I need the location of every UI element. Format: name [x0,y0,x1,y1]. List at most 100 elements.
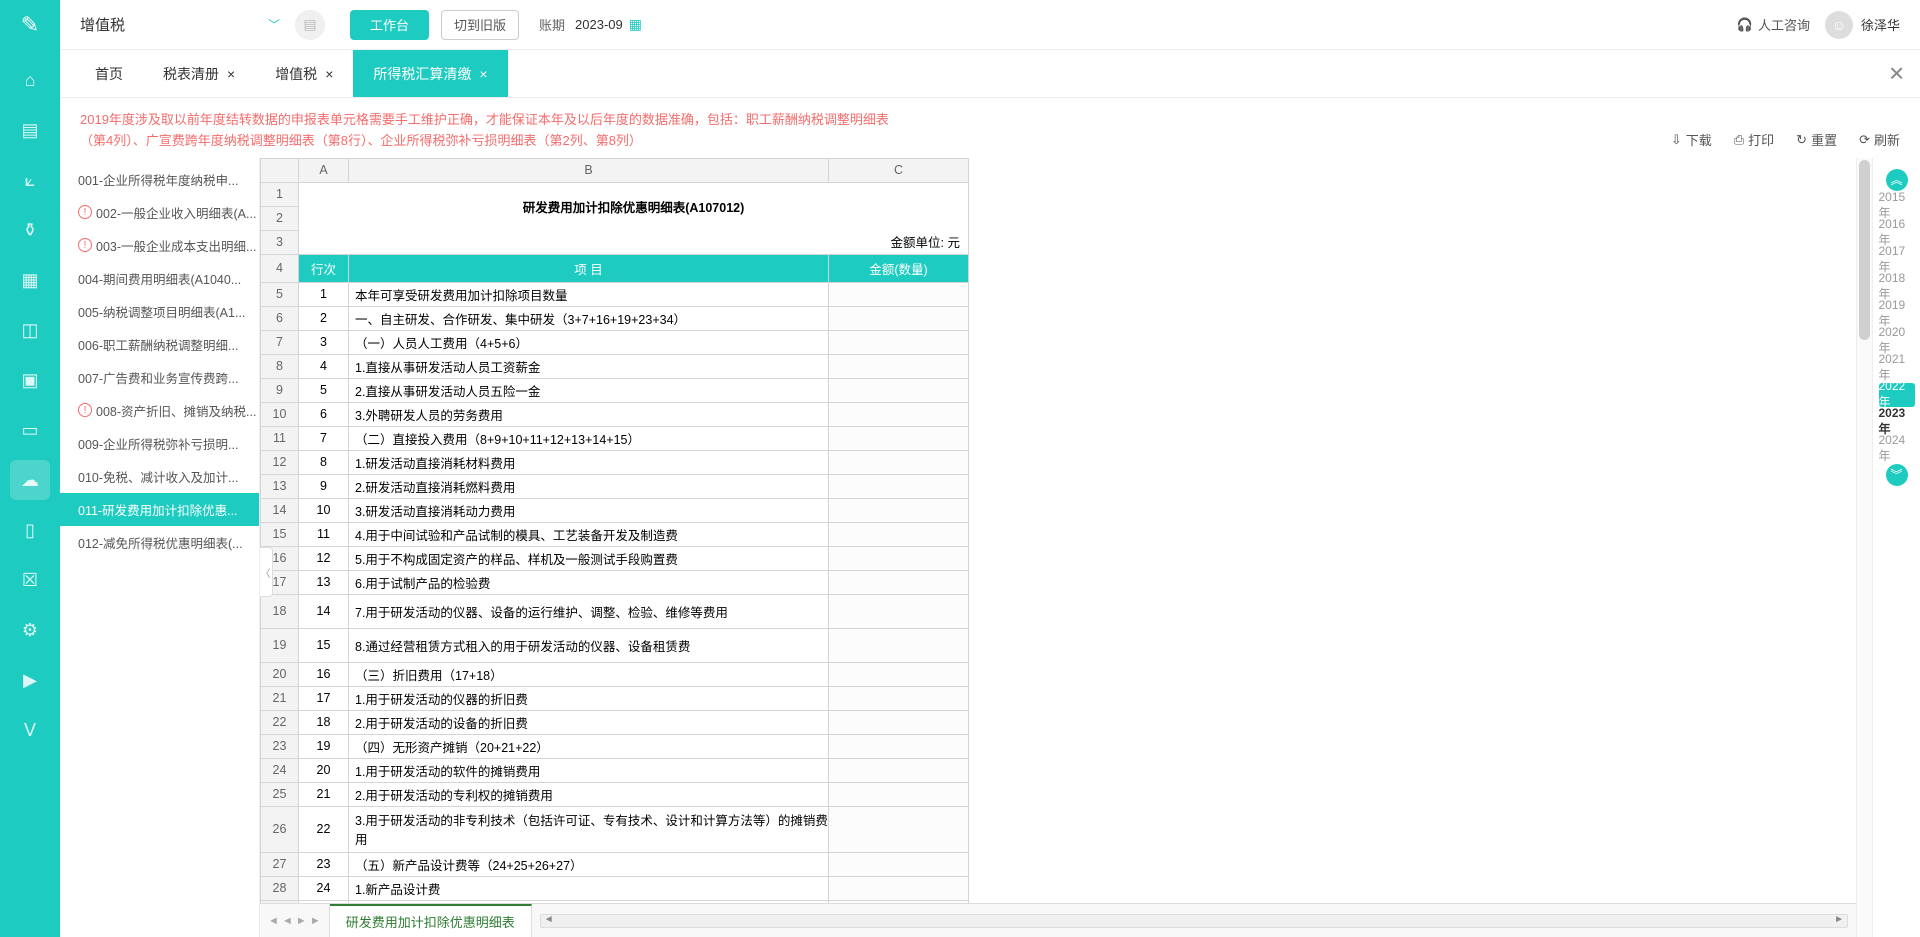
reset-button[interactable]: ↻ 重置 [1796,130,1837,149]
form-list-item[interactable]: 010-免税、减计收入及加计... [60,460,259,493]
row-amount[interactable] [829,782,969,806]
year-button[interactable]: 2022年 [1879,383,1915,407]
row-amount[interactable] [829,570,969,594]
year-button[interactable]: 2016年 [1879,221,1915,245]
row-amount[interactable] [829,354,969,378]
workbench-button[interactable]: 工作台 [350,10,429,40]
form-list-item[interactable]: 006-职工薪酬纳税调整明细... [60,328,259,361]
form-list-item[interactable]: 012-减免所得税优惠明细表(... [60,526,259,559]
form-list-item[interactable]: 005-纳税调整项目明细表(A1... [60,295,259,328]
row-item: 2.用于研发活动的专利权的摊销费用 [349,782,829,806]
form-list-item[interactable]: 009-企业所得税弥补亏损明... [60,427,259,460]
year-down-icon[interactable]: ︾ [1886,464,1908,486]
form-list-item[interactable]: 011-研发费用加计扣除优惠... [60,493,259,526]
tab-税表清册[interactable]: 税表清册× [143,50,255,97]
alert-icon: ! [78,238,92,252]
col-header[interactable]: B [349,158,829,182]
row-amount[interactable] [829,852,969,876]
avatar[interactable]: ☺ [1825,11,1853,39]
rail-video-icon[interactable]: ▶ [10,660,50,700]
close-icon[interactable]: × [227,66,235,82]
row-item: 4.用于中间试验和产品试制的模具、工艺装备开发及制造费 [349,522,829,546]
year-button[interactable]: 2023年 [1879,410,1915,434]
row-amount[interactable] [829,450,969,474]
close-icon[interactable]: × [479,66,487,82]
row-amount[interactable] [829,474,969,498]
rail-calendar-icon[interactable]: ▭ [10,410,50,450]
row-amount[interactable] [829,402,969,426]
col-header[interactable]: C [829,158,969,182]
year-button[interactable]: 2024年 [1879,437,1915,461]
rail-treasure-icon[interactable]: ⚱ [10,210,50,250]
form-list-item[interactable]: 007-广告费和业务宣传费跨... [60,361,259,394]
row-amount[interactable] [829,378,969,402]
rail-v-icon[interactable]: V [10,710,50,750]
rail-ledger-icon[interactable]: ▤ [10,110,50,150]
row-amount[interactable] [829,522,969,546]
form-list-item[interactable]: 004-期间费用明细表(A1040... [60,262,259,295]
rail-inbox-icon[interactable]: ☒ [10,560,50,600]
row-item: 1.直接从事研发活动人员工资薪金 [349,354,829,378]
tax-type-dropdown[interactable]: 增值税 ﹀ [80,14,280,35]
rail-form-icon[interactable]: ▣ [10,360,50,400]
row-amount[interactable] [829,710,969,734]
close-icon[interactable]: × [325,66,333,82]
rail-home-icon[interactable]: ⌂ [10,60,50,100]
row-amount[interactable] [829,306,969,330]
app-logo: ✎ [15,10,45,40]
rail-doc-icon[interactable]: ▯ [10,510,50,550]
form-list-item[interactable]: !003-一般企业成本支出明细... [60,229,259,262]
refresh-button[interactable]: ⟳ 刷新 [1859,130,1900,149]
period-value[interactable]: 2023-09 [575,17,623,32]
form-list-item[interactable]: 001-企业所得税年度纳税申... [60,163,259,196]
year-button[interactable]: 2021年 [1879,356,1915,380]
year-button[interactable]: 2020年 [1879,329,1915,353]
v-scrollbar[interactable]: ▸ [1856,158,1872,937]
row-amount[interactable] [829,662,969,686]
row-amount[interactable] [829,426,969,450]
collapse-handle[interactable]: 〈 [260,547,273,597]
tab-增值税[interactable]: 增值税× [255,50,353,97]
year-button[interactable]: 2019年 [1879,302,1915,326]
tab-首页[interactable]: 首页 [75,50,143,97]
sheet-tab[interactable]: 研发费用加计扣除优惠明细表 [330,904,532,937]
row-amount[interactable] [829,876,969,900]
row-amount[interactable] [829,806,969,852]
calendar-icon[interactable]: ▦ [629,16,642,33]
row-number: 6 [299,402,349,426]
row-amount[interactable] [829,498,969,522]
row-amount[interactable] [829,628,969,662]
rail-chart-icon[interactable]: ⟀ [10,160,50,200]
h-scrollbar[interactable] [532,904,1856,937]
row-amount[interactable] [829,282,969,306]
col-header[interactable]: A [299,158,349,182]
spreadsheet[interactable]: ABC1研发费用加计扣除优惠明细表(A107012)23金额单位: 元4行次项 … [260,158,1856,903]
rail-tax-icon[interactable]: ☁ [10,460,50,500]
download-button[interactable]: ⇩ 下载 [1671,130,1712,149]
rail-clipboard-icon[interactable]: ▦ [10,260,50,300]
rail-settings-icon[interactable]: ⚙ [10,610,50,650]
tab-所得税汇算清缴[interactable]: 所得税汇算清缴× [353,50,507,97]
print-button[interactable]: ⎙ 打印 [1734,130,1774,149]
old-version-button[interactable]: 切到旧版 [441,10,519,40]
form-list: 001-企业所得税年度纳税申...!002-一般企业收入明细表(A...!003… [60,158,260,937]
rail-report-icon[interactable]: ◫ [10,310,50,350]
row-amount[interactable] [829,758,969,782]
row-amount[interactable] [829,594,969,628]
form-list-item[interactable]: !002-一般企业收入明细表(A... [60,196,259,229]
list-icon[interactable]: ▤ [295,10,325,40]
year-button[interactable]: 2015年 [1879,194,1915,218]
year-button[interactable]: 2017年 [1879,248,1915,272]
year-up-icon[interactable]: ︽ [1886,169,1908,191]
close-all-icon[interactable]: ✕ [1888,61,1905,86]
form-list-item[interactable]: !008-资产折旧、摊销及纳税... [60,394,259,427]
help-link[interactable]: 🎧 人工咨询 [1737,15,1810,34]
row-amount[interactable] [829,734,969,758]
year-button[interactable]: 2018年 [1879,275,1915,299]
row-amount[interactable] [829,546,969,570]
row-number: 15 [299,628,349,662]
sheet-nav-arrows[interactable]: ◄ ◄ ► ► [260,904,330,937]
row-item: 3.研发活动直接消耗动力费用 [349,498,829,522]
row-amount[interactable] [829,330,969,354]
row-amount[interactable] [829,686,969,710]
